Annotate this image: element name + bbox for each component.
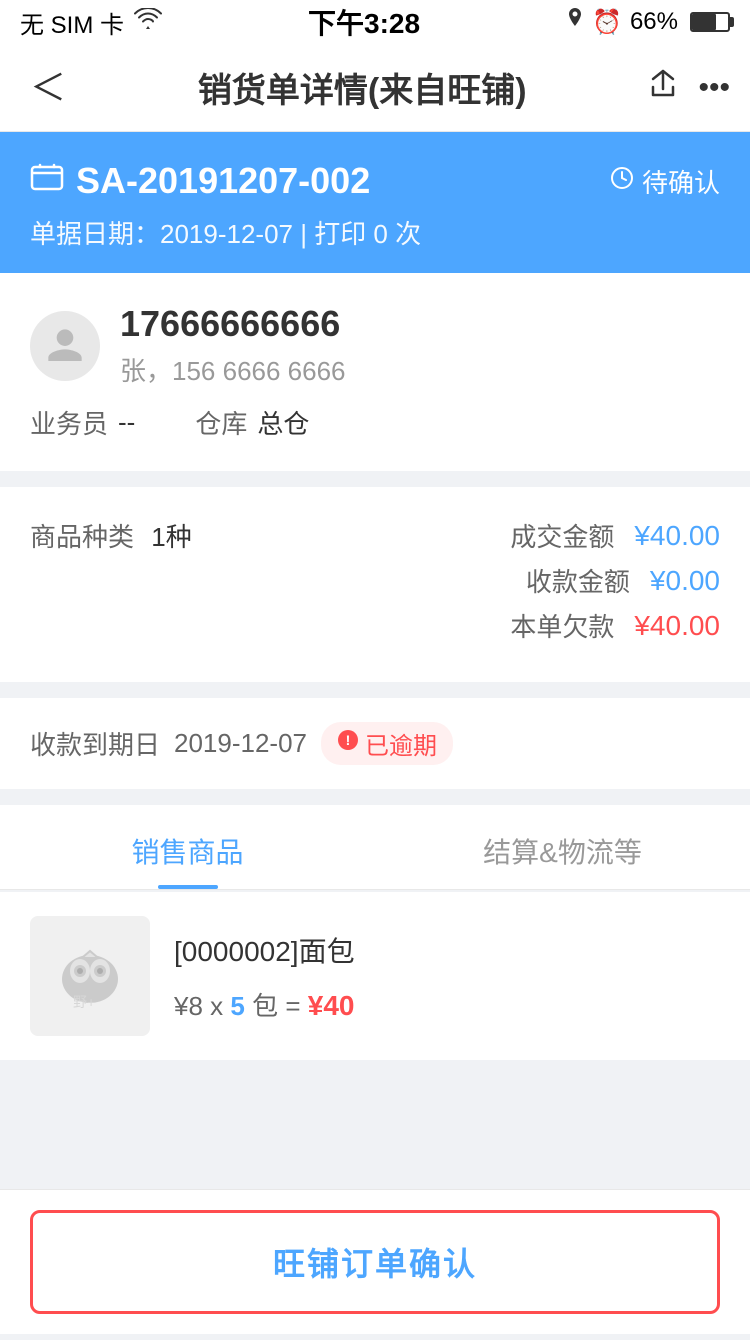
- battery-icon: [690, 12, 730, 32]
- product-price: ¥8: [174, 991, 203, 1021]
- nav-bar: ＜ 销货单详情(来自旺铺) •••: [0, 44, 750, 132]
- page-title: 销货单详情(来自旺铺): [76, 63, 648, 112]
- product-qty: 5: [230, 991, 244, 1021]
- overdue-badge: ! 已逾期: [321, 722, 453, 765]
- customer-name: 张，156 6666 6666: [120, 351, 720, 388]
- warehouse-value: 总仓: [257, 404, 309, 441]
- product-unit: 包: [252, 991, 278, 1021]
- payment-value: ¥0.00: [650, 565, 720, 597]
- clock-icon: [610, 166, 634, 197]
- status-time: 下午3:28: [308, 2, 420, 42]
- payment-label: 收款金额: [526, 562, 630, 599]
- status-left: 无 SIM 卡: [20, 5, 162, 40]
- warehouse-label: 仓库: [195, 404, 247, 441]
- summary-right: 成交金额 ¥40.00 收款金额 ¥0.00 本单欠款 ¥40.00: [510, 517, 720, 652]
- order-status: 待确认: [610, 163, 720, 200]
- order-header: SA-20191207-002 待确认 单据日期：2019-12-07 | 打印…: [0, 132, 750, 273]
- product-equals: =: [285, 991, 307, 1021]
- product-types-value: 1种: [151, 522, 191, 552]
- tab-settlement-label: 结算&物流等: [483, 837, 642, 868]
- tab-products[interactable]: 销售商品: [0, 805, 375, 889]
- product-price-row: ¥8 x 5 包 = ¥40: [174, 986, 720, 1023]
- tab-products-label: 销售商品: [131, 837, 243, 868]
- tab-settlement[interactable]: 结算&物流等: [375, 805, 750, 889]
- sales-rep-label: 业务员: [30, 404, 108, 441]
- warning-icon: !: [337, 729, 359, 758]
- wifi-icon: [134, 8, 162, 37]
- product-info: [0000002]面包 ¥8 x 5 包 = ¥40: [174, 930, 720, 1023]
- location-icon: [566, 8, 584, 37]
- customer-section: 17666666666 张，156 6666 6666 业务员 -- 仓库 总仓: [0, 273, 750, 471]
- carrier-text: 无 SIM 卡: [20, 5, 124, 40]
- transaction-value: ¥40.00: [634, 520, 720, 552]
- product-types-label: 商品种类: [30, 522, 134, 552]
- order-id-row: SA-20191207-002: [30, 160, 370, 202]
- tabs-section: 销售商品 结算&物流等: [0, 805, 750, 890]
- order-date: 单据日期：2019-12-07 | 打印 0 次: [30, 214, 720, 251]
- order-icon: [30, 163, 64, 199]
- order-id-text: SA-20191207-002: [76, 160, 370, 202]
- back-button[interactable]: ＜: [20, 60, 76, 116]
- sales-rep-value: --: [118, 407, 135, 438]
- status-right: ⏰ 66%: [566, 8, 730, 37]
- product-name: [0000002]面包: [174, 930, 720, 970]
- due-date-label: 收款到期日: [30, 725, 160, 762]
- bottom-bar: 旺铺订单确认: [0, 1189, 750, 1334]
- summary-section: 商品种类 1种 成交金额 ¥40.00 收款金额 ¥0.00 本单欠款 ¥40.…: [0, 487, 750, 682]
- battery-text: 66%: [630, 8, 678, 36]
- customer-phone: 17666666666: [120, 303, 720, 345]
- overdue-text: 已逾期: [365, 726, 437, 761]
- status-text: 待确认: [642, 163, 720, 200]
- transaction-label: 成交金额: [510, 517, 614, 554]
- customer-avatar: [30, 311, 100, 381]
- svg-text:野+: 野+: [73, 994, 95, 1010]
- confirm-order-button[interactable]: 旺铺订单确认: [30, 1210, 720, 1314]
- product-thumbnail: 野+: [30, 916, 150, 1036]
- status-bar: 无 SIM 卡 下午3:28 ⏰ 66%: [0, 0, 750, 44]
- due-date-section: 收款到期日 2019-12-07 ! 已逾期: [0, 698, 750, 789]
- debt-value: ¥40.00: [634, 610, 720, 642]
- alarm-icon: ⏰: [592, 8, 622, 37]
- product-total: ¥40: [308, 990, 355, 1021]
- product-section: 野+ [0000002]面包 ¥8 x 5 包 = ¥40: [0, 892, 750, 1060]
- due-date-value: 2019-12-07: [174, 728, 307, 759]
- share-button[interactable]: [648, 69, 678, 107]
- more-button[interactable]: •••: [698, 71, 730, 105]
- product-item: 野+ [0000002]面包 ¥8 x 5 包 = ¥40: [0, 892, 750, 1060]
- nav-actions: •••: [648, 69, 730, 107]
- svg-text:!: !: [346, 732, 351, 748]
- debt-label: 本单欠款: [510, 607, 614, 644]
- product-multiply: x: [210, 991, 230, 1021]
